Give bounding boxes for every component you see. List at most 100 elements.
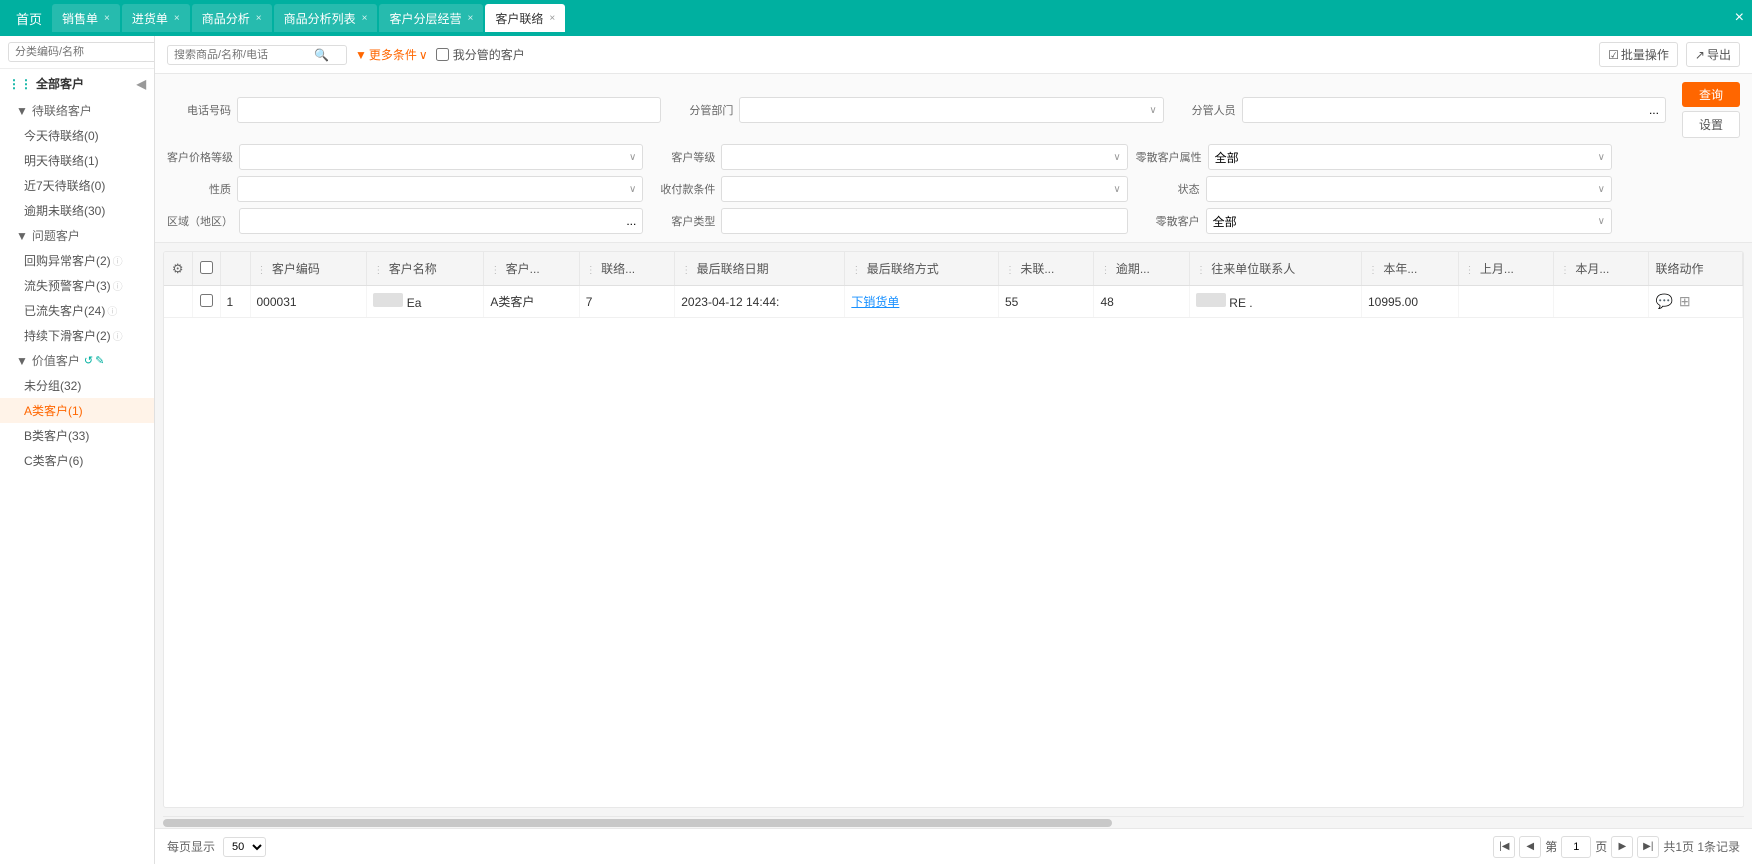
collapse-button[interactable]: ◀ bbox=[137, 77, 146, 91]
all-customers-header[interactable]: ⋮⋮ 全部客户 ◀ bbox=[0, 69, 154, 98]
edit-value-icon[interactable]: ✎ bbox=[95, 354, 104, 367]
sidebar-overdue-contact[interactable]: 逾期未联络(30) bbox=[0, 198, 154, 223]
total-label: 共1页 1条记录 bbox=[1663, 838, 1740, 855]
row-this-year-cell: 10995.00 bbox=[1361, 286, 1458, 318]
row-contact: 7 bbox=[586, 295, 593, 309]
page-size-select[interactable]: 50 bbox=[223, 837, 266, 857]
retail-attr-select[interactable]: 全部 ∨ bbox=[1208, 144, 1612, 170]
filter-row-4: 区域（地区） ... 客户类型 零散客户 全部 ∨ bbox=[167, 208, 1740, 234]
last-page-button[interactable]: ▶| bbox=[1637, 836, 1659, 858]
sidebar-b-customers[interactable]: B类客户(33) bbox=[0, 423, 154, 448]
row-no-cell: 1 bbox=[220, 286, 250, 318]
more-conditions-button[interactable]: ▼ 更多条件 ∨ bbox=[355, 46, 428, 63]
a-customers-label: A类客户(1) bbox=[24, 402, 83, 419]
customer-type-select[interactable] bbox=[721, 208, 1127, 234]
dept-select[interactable]: ∨ bbox=[739, 97, 1163, 123]
grid-action-icon[interactable]: ⊞ bbox=[1679, 293, 1691, 310]
nav-tab-customer-mgmt-close[interactable]: × bbox=[467, 13, 473, 24]
next-page-button[interactable]: ▶ bbox=[1611, 836, 1633, 858]
arrow-icon-2: ▼ bbox=[16, 229, 28, 243]
nav-tab-analysis-close[interactable]: × bbox=[256, 13, 262, 24]
sidebar-a-customers[interactable]: A类客户(1) bbox=[0, 398, 154, 423]
row-last-contact-way[interactable]: 下销货单 bbox=[851, 295, 899, 309]
col-this-month: ⋮ 本月... bbox=[1553, 252, 1648, 286]
mine-only-checkbox[interactable] bbox=[436, 48, 449, 61]
prev-page-button[interactable]: ◀ bbox=[1519, 836, 1541, 858]
nature-select[interactable]: ∨ bbox=[237, 176, 643, 202]
customer-type-field: 客户类型 bbox=[651, 208, 1127, 234]
nav-tab-purchase-close[interactable]: × bbox=[174, 13, 180, 24]
nav-tab-customer-contact-label: 客户联络 bbox=[495, 10, 543, 27]
sidebar-churn-warning[interactable]: 流失预警客户(3) ⓘ bbox=[0, 273, 154, 298]
value-customers-group[interactable]: ▼ 价值客户 ↺ ✎ bbox=[0, 348, 154, 373]
person-select[interactable]: ... bbox=[1242, 97, 1666, 123]
retail-field: 零散客户 全部 ∨ bbox=[1136, 208, 1612, 234]
nav-tab-analysis[interactable]: 商品分析 × bbox=[192, 4, 272, 32]
scroll-thumb[interactable] bbox=[163, 819, 1112, 827]
sidebar-repurchase-abnormal[interactable]: 回购异常客户(2) ⓘ bbox=[0, 248, 154, 273]
filter-search-icon[interactable]: 🔍 bbox=[314, 48, 329, 62]
nav-tab-purchase[interactable]: 进货单 × bbox=[122, 4, 190, 32]
nav-tab-customer-contact-close[interactable]: × bbox=[549, 13, 555, 24]
horizontal-scrollbar[interactable] bbox=[163, 816, 1744, 828]
row-name-text: Ea bbox=[407, 296, 422, 310]
nav-tab-customer-mgmt[interactable]: 客户分层经营 × bbox=[379, 4, 483, 32]
row-checkbox[interactable] bbox=[200, 294, 213, 307]
sidebar-tomorrow-contact[interactable]: 明天待联络(1) bbox=[0, 148, 154, 173]
col-last-contact-date: ⋮ 最后联络日期 bbox=[675, 252, 845, 286]
batch-op-label: 批量操作 bbox=[1621, 46, 1669, 63]
close-all-button[interactable]: × bbox=[1735, 9, 1744, 27]
b-customers-label: B类客户(33) bbox=[24, 427, 89, 444]
nav-home[interactable]: 首页 bbox=[8, 9, 50, 28]
customer-level-select[interactable]: ∨ bbox=[721, 144, 1127, 170]
refresh-value-icon[interactable]: ↺ bbox=[84, 354, 93, 367]
table-row: 1 000031 Ea A类客户 7 bbox=[164, 286, 1743, 318]
sidebar-c-customers[interactable]: C类客户(6) bbox=[0, 448, 154, 473]
sort-icon-type: ⋮ bbox=[490, 265, 500, 276]
problem-customers-group[interactable]: ▼ 问题客户 bbox=[0, 223, 154, 248]
batch-op-button[interactable]: ☑ 批量操作 bbox=[1599, 42, 1678, 67]
name-placeholder-box bbox=[373, 293, 403, 307]
nav-tab-sales[interactable]: 销售单 × bbox=[52, 4, 120, 32]
retail-select[interactable]: 全部 ∨ bbox=[1206, 208, 1612, 234]
pending-contact-group[interactable]: ▼ 待联络客户 bbox=[0, 98, 154, 123]
sidebar-declining[interactable]: 持续下滑客户(2) ⓘ bbox=[0, 323, 154, 348]
sidebar-search-input[interactable] bbox=[8, 42, 155, 62]
chat-icon[interactable]: 💬 bbox=[1655, 293, 1672, 310]
export-icon: ↗ bbox=[1695, 48, 1705, 62]
tomorrow-contact-label: 明天待联络(1) bbox=[24, 152, 99, 169]
nav-tab-sales-close[interactable]: × bbox=[104, 13, 110, 24]
query-button[interactable]: 查询 bbox=[1682, 82, 1740, 107]
more-conditions-label: 更多条件 bbox=[369, 46, 417, 63]
status-label: 状态 bbox=[1136, 181, 1206, 197]
sidebar-ungrouped[interactable]: 未分组(32) bbox=[0, 373, 154, 398]
export-button[interactable]: ↗ 导出 bbox=[1686, 42, 1740, 67]
filter-icon: ▼ bbox=[355, 48, 367, 62]
setting-button[interactable]: 设置 bbox=[1682, 111, 1740, 138]
mine-only-filter[interactable]: 我分管的客户 bbox=[436, 46, 525, 63]
nav-tab-analysis-list[interactable]: 商品分析列表 × bbox=[274, 4, 378, 32]
sidebar-today-contact[interactable]: 今天待联络(0) bbox=[0, 123, 154, 148]
retail-attr-chevron-icon: ∨ bbox=[1598, 152, 1605, 163]
page-input[interactable] bbox=[1561, 836, 1591, 858]
nav-tab-analysis-list-close[interactable]: × bbox=[362, 13, 368, 24]
sidebar-7days-contact[interactable]: 近7天待联络(0) bbox=[0, 173, 154, 198]
page-size-label: 每页显示 bbox=[167, 838, 215, 855]
first-page-button[interactable]: |◀ bbox=[1493, 836, 1515, 858]
today-contact-label: 今天待联络(0) bbox=[24, 127, 99, 144]
arrow-icon: ▼ bbox=[16, 104, 28, 118]
col-settings-button[interactable]: ⚙ bbox=[172, 261, 184, 277]
phone-input[interactable] bbox=[237, 97, 661, 123]
export-label: 导出 bbox=[1707, 46, 1731, 63]
filter-search-input[interactable] bbox=[174, 49, 314, 61]
chevron-down-icon: ∨ bbox=[419, 48, 428, 62]
payment-select[interactable]: ∨ bbox=[721, 176, 1127, 202]
nature-chevron-icon: ∨ bbox=[629, 184, 636, 195]
sidebar-churned[interactable]: 已流失客户(24) ⓘ bbox=[0, 298, 154, 323]
area-select[interactable]: ... bbox=[239, 208, 643, 234]
status-select[interactable]: ∨ bbox=[1206, 176, 1612, 202]
row-overdue-cell: 48 bbox=[1094, 286, 1189, 318]
nav-tab-customer-contact[interactable]: 客户联络 × bbox=[485, 4, 565, 32]
price-level-select[interactable]: ∨ bbox=[239, 144, 643, 170]
select-all-checkbox[interactable] bbox=[200, 261, 213, 274]
